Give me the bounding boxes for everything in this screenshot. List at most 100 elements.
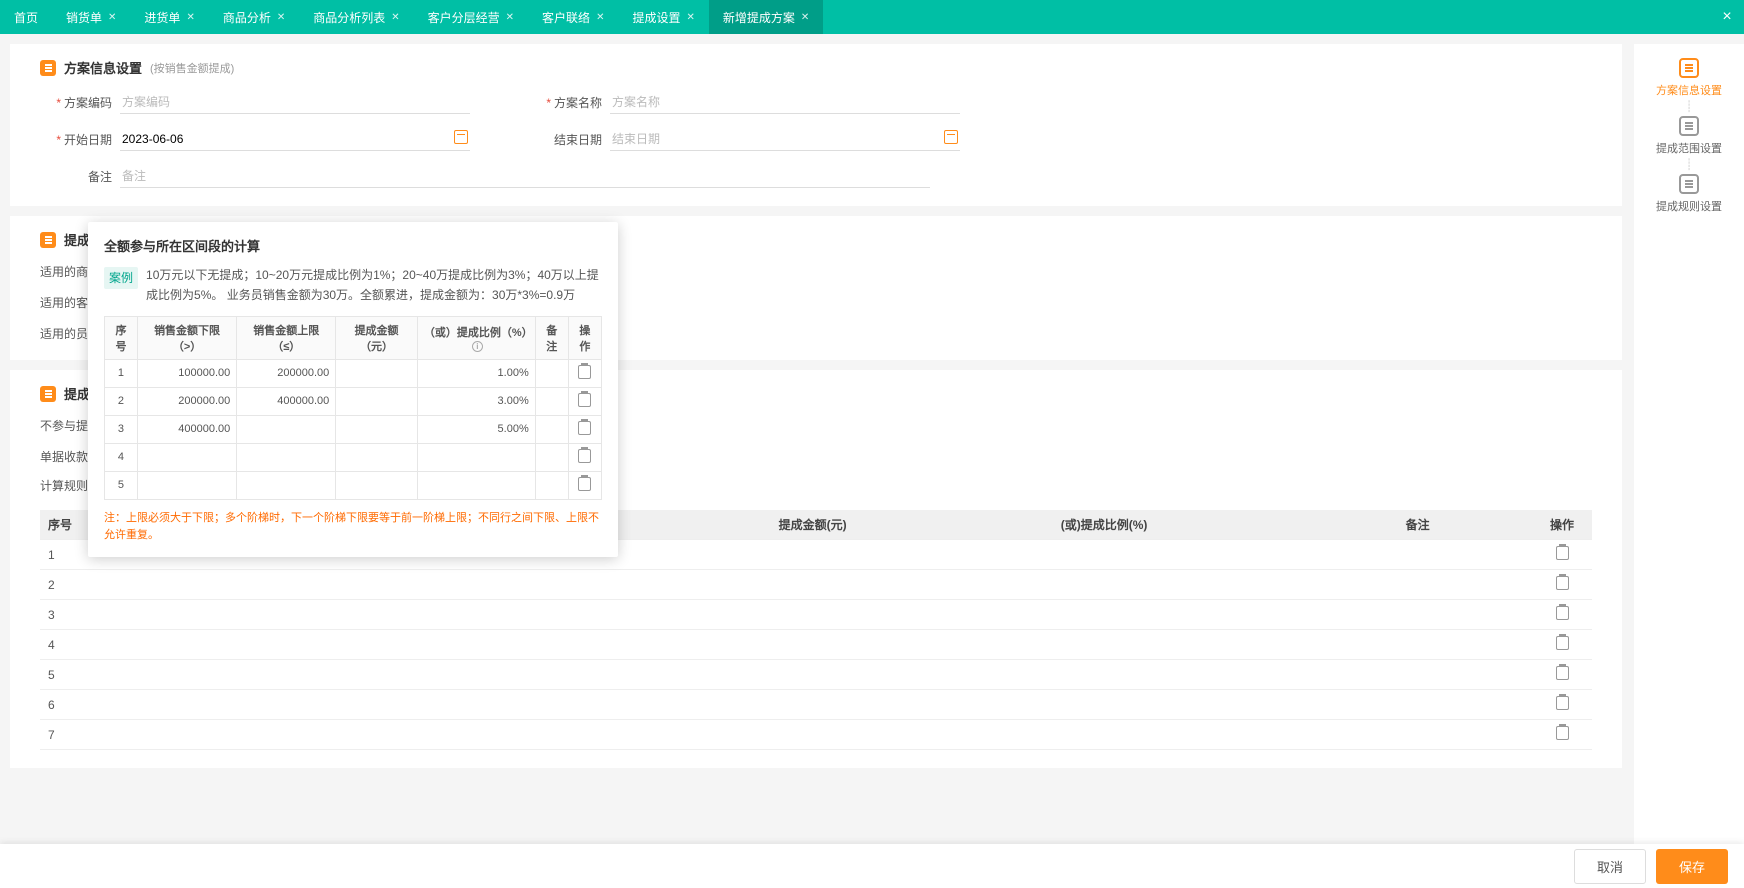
trash-icon[interactable] — [1556, 636, 1569, 650]
tab-close-icon[interactable]: ✕ — [186, 12, 194, 23]
cell-input[interactable] — [80, 600, 426, 630]
end-date-input[interactable] — [610, 128, 960, 151]
tab-提成设置[interactable]: 提成设置 ✕ — [618, 0, 708, 34]
tab-进货单[interactable]: 进货单✕ — [130, 0, 208, 34]
rule-th: 备注 — [1398, 510, 1532, 540]
tab-销货单[interactable]: 销货单✕ — [52, 0, 130, 34]
cell-op — [1532, 720, 1592, 750]
anchor-item[interactable]: 方案信息设置 — [1656, 58, 1722, 98]
table-row[interactable]: 4 — [40, 630, 1592, 660]
anchor-item[interactable]: 提成范围设置 — [1656, 116, 1722, 156]
cell-input[interactable] — [1398, 540, 1532, 570]
cell-input[interactable] — [1053, 720, 1398, 750]
trash-icon[interactable] — [1556, 576, 1569, 590]
cell-input[interactable] — [1398, 660, 1532, 690]
cell-input[interactable] — [771, 690, 1053, 720]
cell-input[interactable] — [1398, 570, 1532, 600]
anchor-icon — [1679, 174, 1699, 194]
label-memo: 备注 — [40, 168, 120, 185]
tab-新增提成方案[interactable]: 新增提成方案✕ — [709, 0, 823, 34]
cell-input[interactable] — [771, 540, 1053, 570]
tip-cell: 1 — [105, 359, 138, 387]
cell-input[interactable] — [426, 570, 771, 600]
cell-input[interactable] — [80, 570, 426, 600]
tab-客户联络[interactable]: 客户联络✕ — [528, 0, 618, 34]
table-row: 2200000.00400000.003.00% — [105, 387, 602, 415]
tab-close-icon[interactable]: ✕ — [506, 12, 514, 23]
tab-close-icon[interactable]: ✕ — [391, 12, 399, 23]
cell-input[interactable] — [771, 570, 1053, 600]
tab-label: 提成设置 — [632, 9, 680, 26]
tip-cell-op — [568, 443, 601, 471]
table-row[interactable]: 6 — [40, 690, 1592, 720]
trash-icon[interactable] — [1556, 696, 1569, 710]
cell-input[interactable] — [80, 720, 426, 750]
tab-首页[interactable]: 首页 — [0, 0, 52, 34]
cell-input[interactable] — [1398, 630, 1532, 660]
trash-icon[interactable] — [578, 365, 591, 379]
cell-input[interactable] — [426, 660, 771, 690]
trash-icon[interactable] — [578, 393, 591, 407]
table-row[interactable]: 3 — [40, 600, 1592, 630]
cell-input[interactable] — [1053, 690, 1398, 720]
trash-icon[interactable] — [1556, 606, 1569, 620]
cell-input[interactable] — [1398, 600, 1532, 630]
tip-cell: 200000.00 — [237, 359, 336, 387]
trash-icon[interactable] — [1556, 726, 1569, 740]
cell-input[interactable] — [80, 660, 426, 690]
table-row[interactable]: 2 — [40, 570, 1592, 600]
table-row[interactable]: 5 — [40, 660, 1592, 690]
trash-icon[interactable] — [578, 449, 591, 463]
anchor-label: 方案信息设置 — [1656, 82, 1722, 98]
tab-close-icon[interactable]: ✕ — [686, 12, 694, 23]
tab-close-icon[interactable]: ✕ — [277, 12, 285, 23]
cell-input[interactable] — [80, 630, 426, 660]
trash-icon[interactable] — [1556, 546, 1569, 560]
cell-input[interactable] — [80, 690, 426, 720]
tab-close-icon[interactable]: ✕ — [801, 12, 809, 23]
tip-cell: 1.00% — [417, 359, 535, 387]
cell-input[interactable] — [1053, 570, 1398, 600]
cell-input[interactable] — [1398, 690, 1532, 720]
cell-seq: 4 — [40, 630, 80, 660]
cell-input[interactable] — [426, 720, 771, 750]
cell-input[interactable] — [426, 630, 771, 660]
table-row[interactable]: 7 — [40, 720, 1592, 750]
trash-icon[interactable] — [578, 421, 591, 435]
card-icon — [40, 60, 56, 76]
cell-input[interactable] — [426, 690, 771, 720]
tip-cell-op — [568, 415, 601, 443]
cell-input[interactable] — [1053, 630, 1398, 660]
cell-input[interactable] — [1053, 600, 1398, 630]
tip-cell-op — [568, 359, 601, 387]
panel-title: 方案信息设置 — [64, 58, 142, 77]
tip-th: 序号 — [105, 316, 138, 359]
cell-input[interactable] — [771, 660, 1053, 690]
plan-code-input[interactable] — [120, 91, 470, 114]
trash-icon[interactable] — [578, 477, 591, 491]
tab-客户分层经营[interactable]: 客户分层经营✕ — [414, 0, 528, 34]
start-date-input[interactable] — [120, 128, 470, 151]
memo-input[interactable] — [120, 165, 930, 188]
cell-input[interactable] — [1053, 660, 1398, 690]
anchor-item[interactable]: 提成规则设置 — [1656, 174, 1722, 214]
cell-input[interactable] — [771, 630, 1053, 660]
cell-input[interactable] — [771, 720, 1053, 750]
plan-name-input[interactable] — [610, 91, 960, 114]
cell-input[interactable] — [1398, 720, 1532, 750]
close-all-tabs-button[interactable]: × — [1710, 0, 1744, 34]
tab-close-icon[interactable]: ✕ — [108, 12, 116, 23]
tab-商品分析列表[interactable]: 商品分析列表✕ — [299, 0, 413, 34]
cell-seq: 2 — [40, 570, 80, 600]
tab-商品分析[interactable]: 商品分析✕ — [209, 0, 299, 34]
anchor-icon — [1679, 58, 1699, 78]
cell-input[interactable] — [771, 600, 1053, 630]
rule-th: (或)提成比例(%) — [1053, 510, 1398, 540]
cancel-button[interactable]: 取消 — [1574, 849, 1646, 884]
tab-close-icon[interactable]: ✕ — [596, 12, 604, 23]
save-button[interactable]: 保存 — [1656, 849, 1728, 884]
cell-input[interactable] — [1053, 540, 1398, 570]
tip-th: 销售金额下限（>） — [137, 316, 236, 359]
cell-input[interactable] — [426, 600, 771, 630]
trash-icon[interactable] — [1556, 666, 1569, 680]
